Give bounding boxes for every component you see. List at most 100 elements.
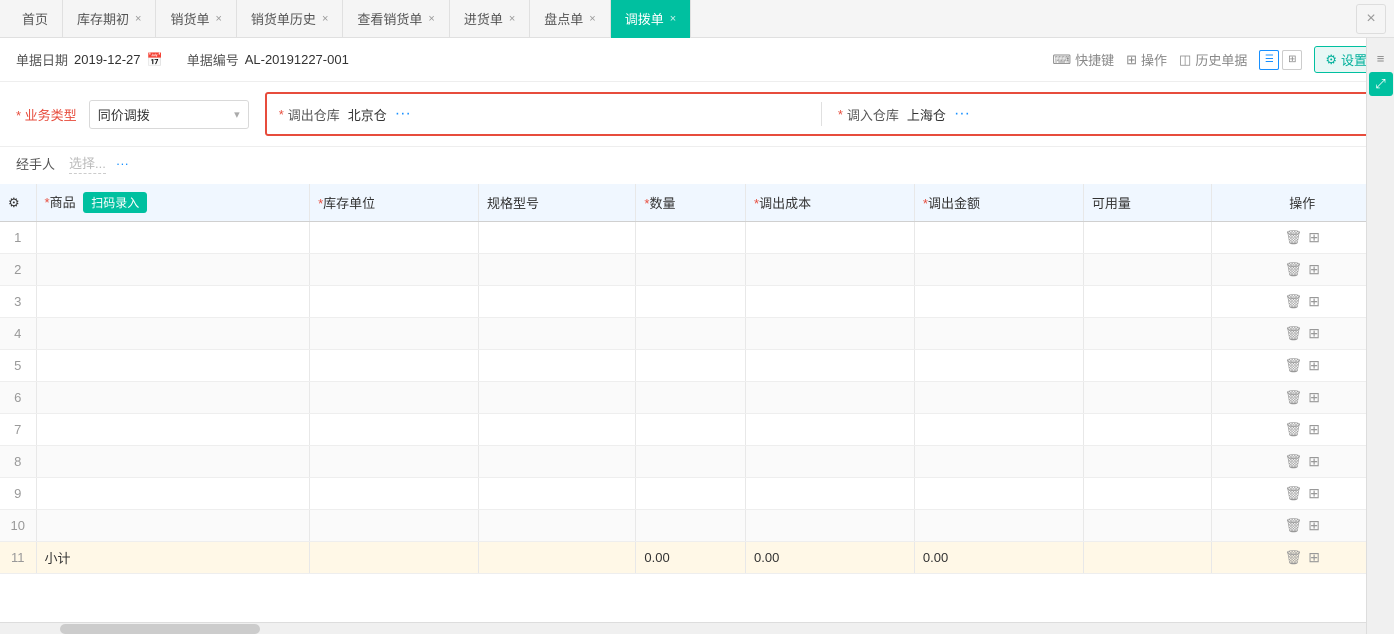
- window-close-button[interactable]: ×: [1356, 4, 1386, 34]
- row-delete-icon[interactable]: 🗑: [1285, 389, 1303, 406]
- product-cell[interactable]: [36, 318, 310, 350]
- row-delete-icon[interactable]: 🗑: [1285, 421, 1303, 438]
- product-cell[interactable]: [36, 446, 310, 478]
- operations-button[interactable]: ⊞ 操作: [1126, 50, 1167, 69]
- amount-cell[interactable]: [914, 222, 1083, 254]
- unit-cell[interactable]: [310, 446, 479, 478]
- amount-cell[interactable]: [914, 446, 1083, 478]
- spec-cell[interactable]: [479, 446, 636, 478]
- qty-cell[interactable]: [636, 350, 746, 382]
- tab-sales-history[interactable]: 销货单历史 ×: [237, 0, 343, 38]
- spec-cell[interactable]: [479, 350, 636, 382]
- available-cell[interactable]: [1083, 510, 1211, 542]
- row-copy-icon[interactable]: ⊞: [1308, 421, 1320, 438]
- row-copy-icon[interactable]: ⊞: [1308, 485, 1320, 502]
- unit-cell[interactable]: [310, 382, 479, 414]
- product-cell[interactable]: [36, 222, 310, 254]
- cost-cell[interactable]: [746, 254, 915, 286]
- cost-cell[interactable]: [746, 382, 915, 414]
- unit-cell[interactable]: [310, 318, 479, 350]
- row-copy-icon[interactable]: ⊞: [1308, 517, 1320, 534]
- unit-cell[interactable]: [310, 254, 479, 286]
- person-select[interactable]: 选择...: [69, 153, 106, 174]
- qty-cell[interactable]: [636, 446, 746, 478]
- sidebar-list-icon[interactable]: ≡: [1369, 46, 1393, 70]
- cost-cell[interactable]: [746, 350, 915, 382]
- close-purchase-order[interactable]: ×: [509, 13, 515, 25]
- available-cell[interactable]: [1083, 222, 1211, 254]
- unit-cell[interactable]: [310, 510, 479, 542]
- tab-purchase-order[interactable]: 进货单 ×: [450, 0, 530, 38]
- row-copy-icon[interactable]: ⊞: [1308, 293, 1320, 310]
- row-copy-icon[interactable]: ⊞: [1308, 229, 1320, 246]
- unit-cell[interactable]: [310, 414, 479, 446]
- available-cell[interactable]: [1083, 382, 1211, 414]
- unit-cell[interactable]: [310, 286, 479, 318]
- tab-inventory-check[interactable]: 盘点单 ×: [530, 0, 610, 38]
- unit-cell[interactable]: [310, 222, 479, 254]
- qty-cell[interactable]: [636, 222, 746, 254]
- spec-cell[interactable]: [479, 414, 636, 446]
- qty-cell[interactable]: [636, 318, 746, 350]
- row-copy-icon[interactable]: ⊞: [1308, 453, 1320, 470]
- spec-cell[interactable]: [479, 222, 636, 254]
- scan-button[interactable]: 扫码录入: [83, 192, 147, 213]
- close-inventory-init[interactable]: ×: [135, 13, 141, 25]
- product-cell[interactable]: [36, 414, 310, 446]
- amount-cell[interactable]: [914, 510, 1083, 542]
- cost-cell[interactable]: [746, 446, 915, 478]
- shortcuts-button[interactable]: ⌨ 快捷键: [1052, 50, 1114, 69]
- unit-cell[interactable]: [310, 350, 479, 382]
- cost-cell[interactable]: [746, 318, 915, 350]
- product-cell[interactable]: [36, 350, 310, 382]
- qty-cell[interactable]: [636, 414, 746, 446]
- close-sales-order[interactable]: ×: [215, 13, 221, 25]
- available-cell[interactable]: [1083, 446, 1211, 478]
- row-copy-icon[interactable]: ⊞: [1308, 549, 1320, 566]
- cost-cell[interactable]: [746, 478, 915, 510]
- amount-cell[interactable]: [914, 254, 1083, 286]
- spec-cell[interactable]: [479, 318, 636, 350]
- product-cell[interactable]: [36, 254, 310, 286]
- qty-cell[interactable]: [636, 254, 746, 286]
- row-delete-icon[interactable]: 🗑: [1285, 229, 1303, 246]
- row-delete-icon[interactable]: 🗑: [1285, 293, 1303, 310]
- row-delete-icon[interactable]: 🗑: [1285, 517, 1303, 534]
- close-view-sales[interactable]: ×: [428, 13, 434, 25]
- spec-cell[interactable]: [479, 510, 636, 542]
- amount-cell[interactable]: [914, 350, 1083, 382]
- row-delete-icon[interactable]: 🗑: [1285, 549, 1303, 566]
- scroll-bar[interactable]: [0, 622, 1394, 634]
- close-transfer-order[interactable]: ×: [670, 13, 676, 25]
- sidebar-expand-icon[interactable]: ⤢: [1369, 72, 1393, 96]
- list-view-button[interactable]: ☰: [1259, 50, 1279, 70]
- history-button[interactable]: ◫ 历史单据: [1179, 50, 1247, 69]
- close-inventory-check[interactable]: ×: [589, 13, 595, 25]
- row-delete-icon[interactable]: 🗑: [1285, 357, 1303, 374]
- unit-cell[interactable]: [310, 478, 479, 510]
- row-delete-icon[interactable]: 🗑: [1285, 261, 1303, 278]
- qty-cell[interactable]: [636, 510, 746, 542]
- product-cell[interactable]: [36, 478, 310, 510]
- spec-cell[interactable]: [479, 478, 636, 510]
- cost-cell[interactable]: [746, 286, 915, 318]
- close-sales-history[interactable]: ×: [322, 13, 328, 25]
- amount-cell[interactable]: [914, 478, 1083, 510]
- available-cell[interactable]: [1083, 478, 1211, 510]
- amount-cell[interactable]: [914, 414, 1083, 446]
- grid-view-button[interactable]: ⊞: [1282, 50, 1302, 70]
- cost-cell[interactable]: [746, 222, 915, 254]
- available-cell[interactable]: [1083, 414, 1211, 446]
- tab-home[interactable]: 首页: [8, 0, 63, 38]
- col-gear[interactable]: ⚙: [0, 184, 36, 222]
- available-cell[interactable]: [1083, 318, 1211, 350]
- row-copy-icon[interactable]: ⊞: [1308, 357, 1320, 374]
- tab-view-sales[interactable]: 查看销货单 ×: [343, 0, 449, 38]
- amount-cell[interactable]: [914, 382, 1083, 414]
- spec-cell[interactable]: [479, 286, 636, 318]
- row-copy-icon[interactable]: ⊞: [1308, 261, 1320, 278]
- product-cell[interactable]: [36, 510, 310, 542]
- spec-cell[interactable]: [479, 254, 636, 286]
- transfer-out-more-button[interactable]: ···: [395, 105, 411, 123]
- cost-cell[interactable]: [746, 510, 915, 542]
